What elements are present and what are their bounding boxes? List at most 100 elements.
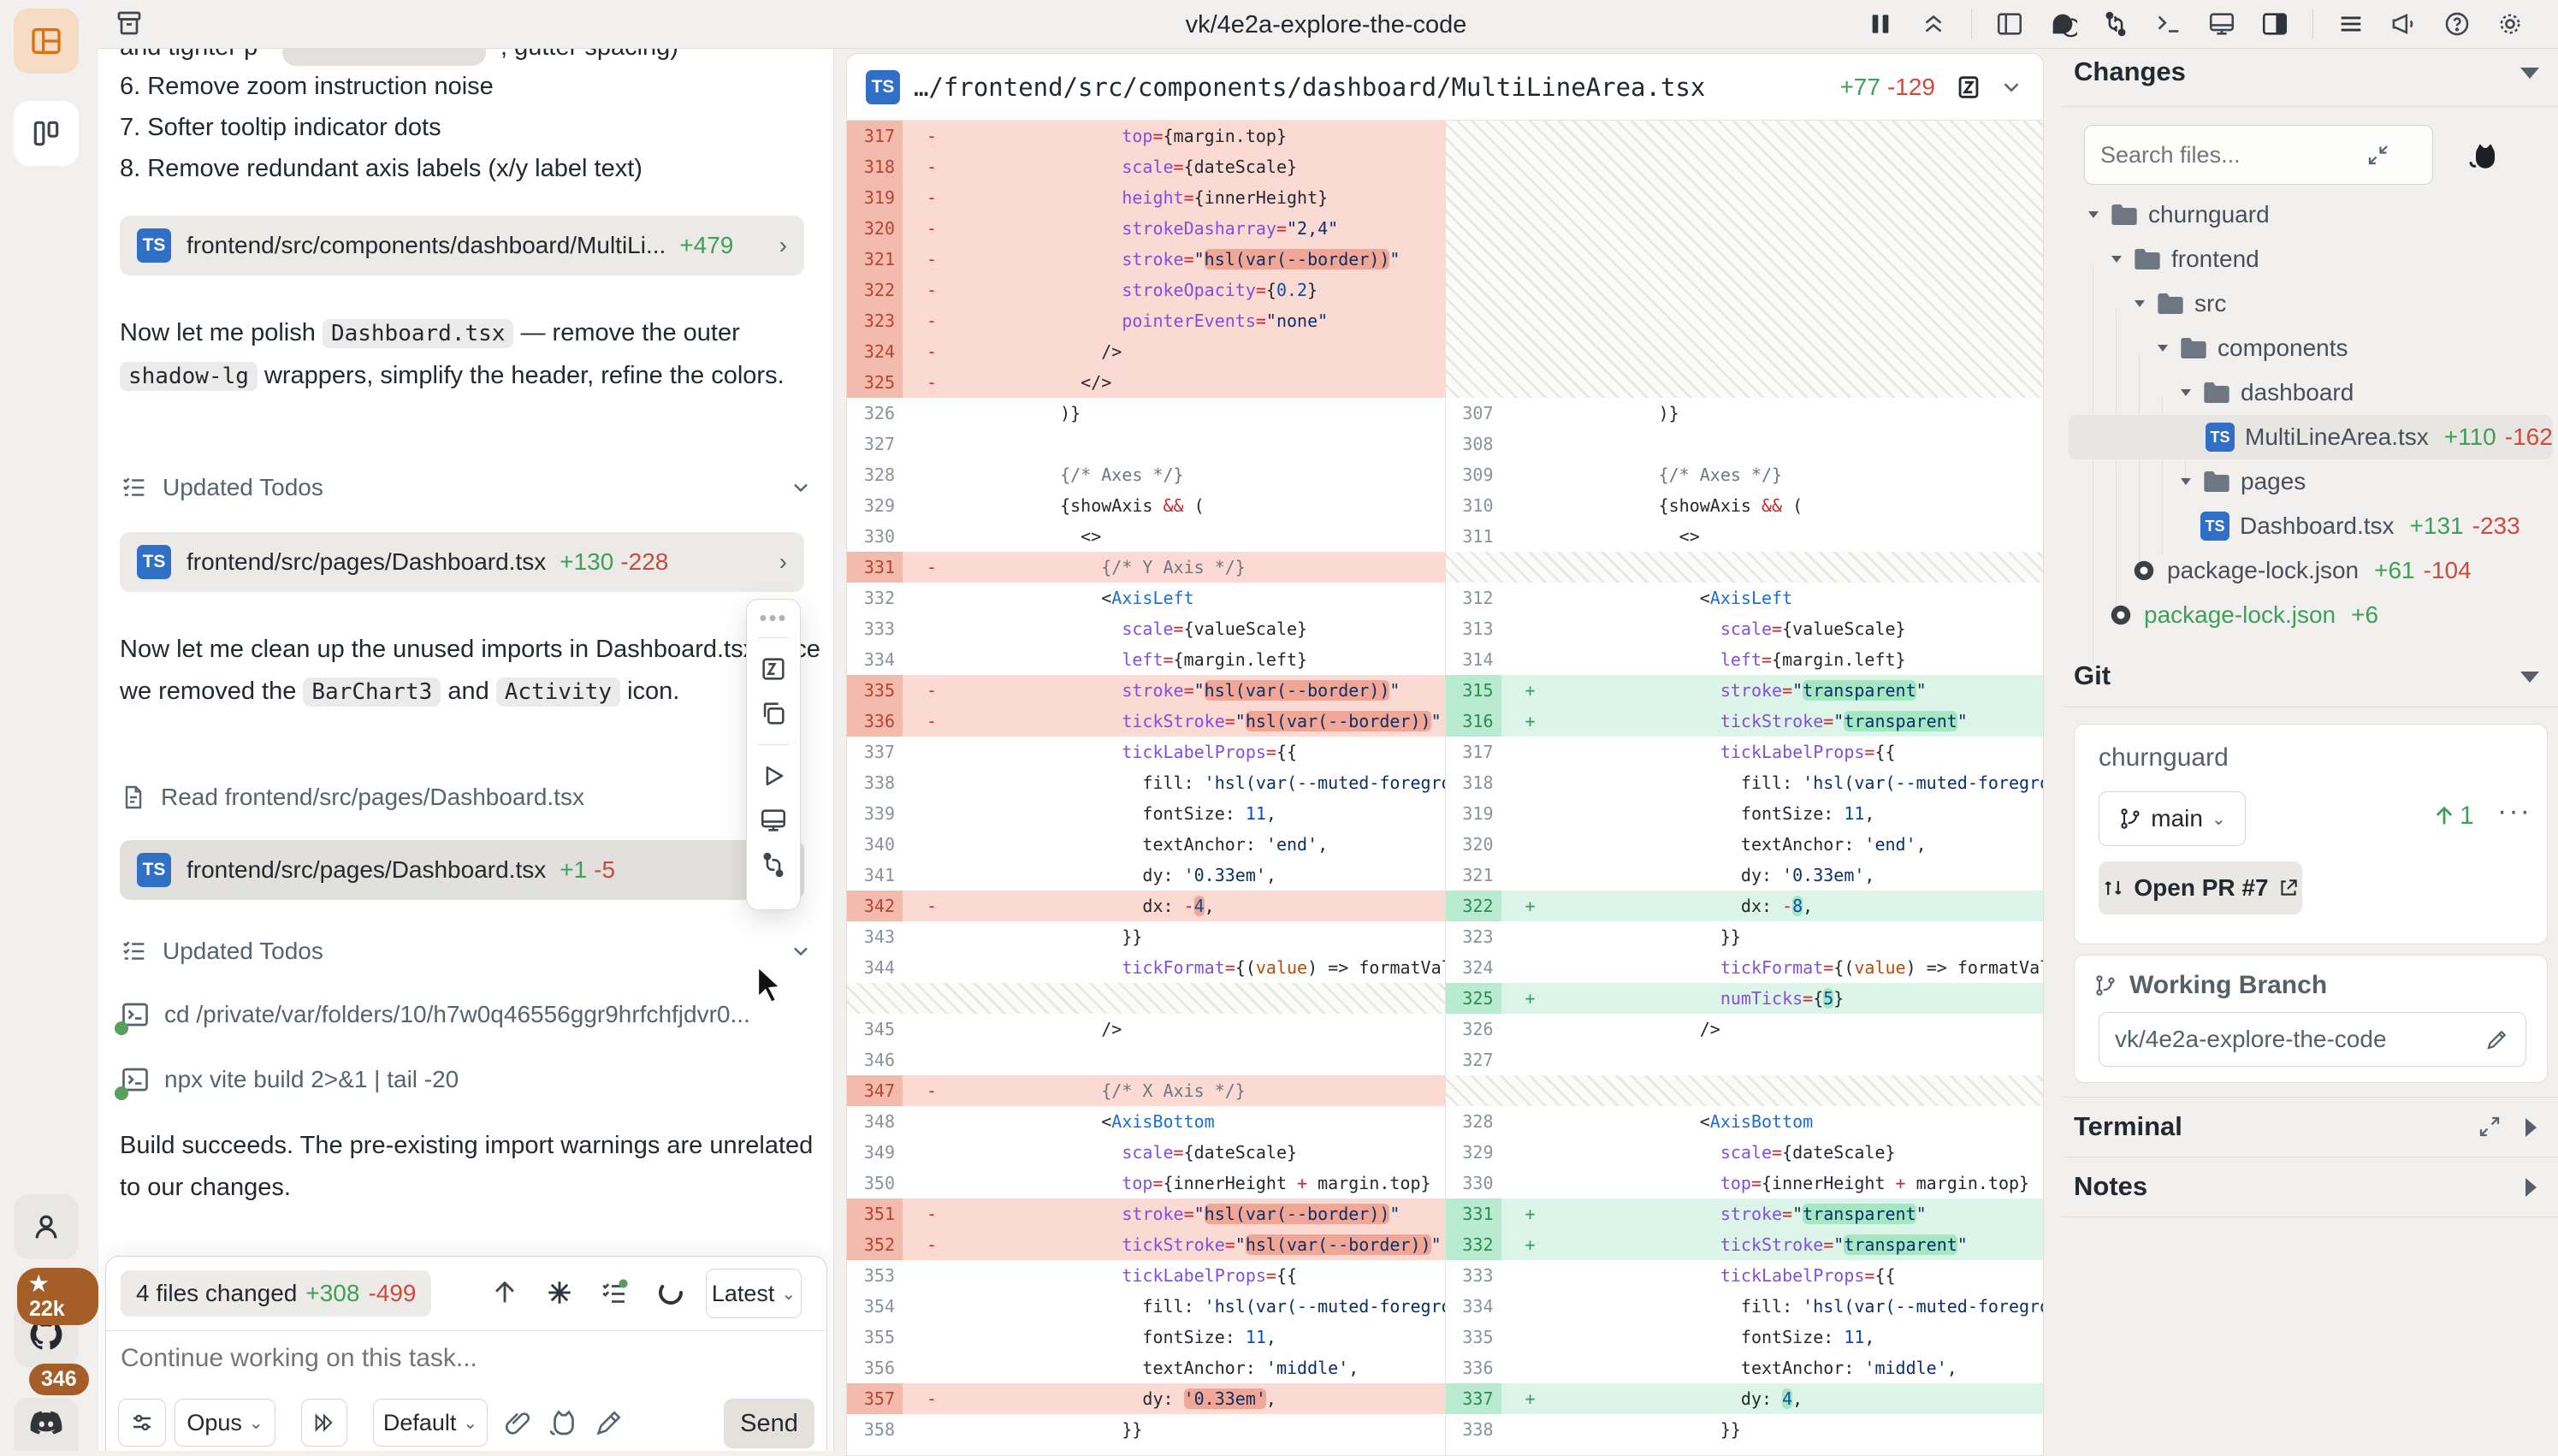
diff-line[interactable]: 328 <AxisBottom (1446, 1106, 2044, 1137)
diff-line[interactable]: 323- pointerEvents="none" (847, 305, 1445, 336)
diff-line[interactable]: 322- strokeOpacity={0.2} (847, 275, 1445, 305)
diff-line[interactable]: 356 textAnchor: 'middle', (847, 1352, 1445, 1383)
version-dropdown[interactable]: Latest⌄ (706, 1269, 802, 1318)
monitor-icon[interactable] (2206, 9, 2237, 39)
megaphone-icon[interactable] (2389, 9, 2419, 39)
diff-line[interactable]: 309 {/* Axes */} (1446, 459, 2044, 490)
diff-line[interactable]: 345 /> (847, 1014, 1445, 1045)
diff-line[interactable]: 346 (847, 1045, 1445, 1075)
run-icon[interactable] (751, 754, 796, 798)
file-change-chip[interactable]: TSfrontend/src/components/dashboard/Mult… (120, 216, 804, 275)
diff-line[interactable]: 349 scale={dateScale} (847, 1137, 1445, 1168)
settings-icon[interactable] (2495, 9, 2525, 39)
more-dots-icon[interactable]: ••• (759, 607, 787, 629)
diff-line[interactable]: 307 )} (1446, 398, 2044, 429)
tree-item-churnguard[interactable]: churnguard (2064, 192, 2558, 237)
diff-line[interactable]: 337+ dy: 4, (1446, 1383, 2044, 1414)
chat-icon[interactable] (2047, 9, 2078, 39)
working-branch-field[interactable]: vk/4e2a-explore-the-code (2099, 1012, 2526, 1067)
tree-item-src[interactable]: src (2064, 281, 2558, 326)
diff-line[interactable]: 321 dy: '0.33em', (1446, 860, 2044, 891)
archive-icon[interactable] (114, 8, 145, 38)
caret-down-icon[interactable] (2085, 206, 2102, 223)
tree-item-package-lock-json[interactable]: package-lock.json+6 (2064, 593, 2558, 637)
diff-line[interactable]: 344 tickFormat={(value) => formatValue(v… (847, 952, 1445, 983)
diff-line[interactable]: 327 (1446, 1045, 2044, 1075)
diff-line[interactable]: 336- tickStroke="hsl(var(--border))" (847, 706, 1445, 737)
diff-line[interactable]: 342- dx: -4, (847, 891, 1445, 921)
attach-icon[interactable] (500, 1406, 536, 1441)
diff-line[interactable]: 341 dy: '0.33em', (847, 860, 1445, 891)
diff-line[interactable]: 347- {/* X Axis */} (847, 1075, 1445, 1106)
diff-line[interactable]: 337 tickLabelProps={{ (847, 737, 1445, 767)
caret-down-icon[interactable] (2108, 251, 2125, 268)
diff-line[interactable]: 329 scale={dateScale} (1446, 1137, 2044, 1168)
diff-line[interactable]: 319- height={innerHeight} (847, 182, 1445, 213)
diff-line[interactable]: 322+ dx: -8, (1446, 891, 2044, 921)
diff-line[interactable]: 358 }} (847, 1414, 1445, 1445)
diff-line[interactable]: 350 top={innerHeight + margin.top} (847, 1168, 1445, 1199)
diff-line[interactable]: 334 left={margin.left} (847, 644, 1445, 675)
diff-line[interactable]: 324- /> (847, 336, 1445, 367)
caret-down-icon[interactable] (2177, 384, 2194, 401)
diff-line[interactable]: 343 }} (847, 921, 1445, 952)
diff-line[interactable]: 317 tickLabelProps={{ (1446, 737, 2044, 767)
caret-down-icon[interactable] (2177, 473, 2194, 490)
git-compare-icon[interactable] (2100, 9, 2131, 39)
spark-icon[interactable] (542, 1275, 577, 1310)
diff-line[interactable]: 323 }} (1446, 921, 2044, 952)
scroll-top-icon[interactable] (488, 1275, 522, 1310)
terminal-command-row[interactable]: cd /private/var/folders/10/h7w0q46556ggr… (120, 995, 813, 1034)
diff-line[interactable]: 354 fill: 'hsl(var(--muted-foreground))'… (847, 1291, 1445, 1322)
message-input[interactable] (121, 1344, 805, 1373)
branch-dropdown[interactable]: main⌄ (2099, 791, 2246, 846)
fast-forward-button[interactable] (301, 1399, 347, 1447)
expand-notes-chevron[interactable] (2525, 1178, 2537, 1197)
pause-icon[interactable] (1865, 9, 1896, 39)
file-search[interactable] (2084, 125, 2433, 185)
diff-line[interactable]: 316+ tickStroke="transparent" (1446, 706, 2044, 737)
search-input[interactable] (2100, 142, 2366, 169)
model-dropdown[interactable]: Opus⌄ (175, 1399, 275, 1447)
diff-line[interactable]: 330 <> (847, 521, 1445, 552)
tree-item-components[interactable]: components (2064, 326, 2558, 370)
diff-line[interactable]: 332 <AxisLeft (847, 583, 1445, 613)
diff-line[interactable]: 357- dy: '0.33em', (847, 1383, 1445, 1414)
open-pr-button[interactable]: Open PR #7 (2099, 861, 2302, 914)
diff-line[interactable]: 331+ stroke="transparent" (1446, 1199, 2044, 1229)
todo-list-icon[interactable] (597, 1275, 631, 1310)
panel-left-icon[interactable] (1994, 9, 2025, 39)
diff-line[interactable]: 339 fontSize: 11, (847, 798, 1445, 829)
diff-line[interactable]: 312 <AxisLeft (1446, 583, 2044, 613)
diff-line[interactable]: 315+ stroke="transparent" (1446, 675, 2044, 706)
push-ahead-count[interactable]: 1 (2432, 802, 2474, 831)
diff-line[interactable]: 338 }} (1446, 1414, 2044, 1445)
diff-line[interactable]: 320 textAnchor: 'end', (1446, 829, 2044, 860)
tree-item-dashboard[interactable]: dashboard (2064, 370, 2558, 415)
diff-line[interactable]: 338 fill: 'hsl(var(--muted-foreground))'… (847, 767, 1445, 798)
tree-item-dashboard-tsx[interactable]: TSDashboard.tsx+131-233 (2064, 504, 2558, 548)
updated-todos-row[interactable]: Updated Todos (120, 468, 813, 507)
tree-item-multilinearea-tsx[interactable]: TSMultiLineArea.tsx+110-162 (2069, 415, 2553, 459)
diff-view-icon[interactable] (1954, 73, 1983, 102)
diff-line[interactable]: 352- tickStroke="hsl(var(--border))" (847, 1229, 1445, 1260)
diff-line[interactable]: 333 scale={valueScale} (847, 613, 1445, 644)
diff-line[interactable]: 331- {/* Y Axis */} (847, 552, 1445, 583)
chevron-down-icon[interactable] (1998, 74, 2024, 100)
diff-line[interactable]: 335- stroke="hsl(var(--border))" (847, 675, 1445, 706)
diff-line[interactable]: 317- top={margin.top} (847, 121, 1445, 151)
layout-panel-button[interactable] (14, 9, 79, 74)
preset-dropdown[interactable]: Default⌄ (373, 1399, 488, 1447)
diff-line[interactable]: 327 (847, 429, 1445, 459)
view-diff-icon[interactable] (751, 647, 796, 691)
collapse-git-icon[interactable] (2520, 672, 2539, 683)
chevron-down-icon[interactable] (789, 476, 813, 500)
tree-item-package-lock-json[interactable]: package-lock.json+61-104 (2064, 548, 2558, 593)
diff-line[interactable]: 353 tickLabelProps={{ (847, 1260, 1445, 1291)
diff-line[interactable]: 335 fontSize: 11, (1446, 1322, 2044, 1352)
panel-right-icon[interactable] (2259, 9, 2290, 39)
diff-line[interactable]: 325+ numTicks={5} (1446, 983, 2044, 1014)
chevron-down-icon[interactable] (789, 939, 813, 963)
file-change-chip[interactable]: TSfrontend/src/pages/Dashboard.tsx+1-5 (120, 840, 804, 900)
collapse-tree-icon[interactable] (2366, 142, 2391, 168)
